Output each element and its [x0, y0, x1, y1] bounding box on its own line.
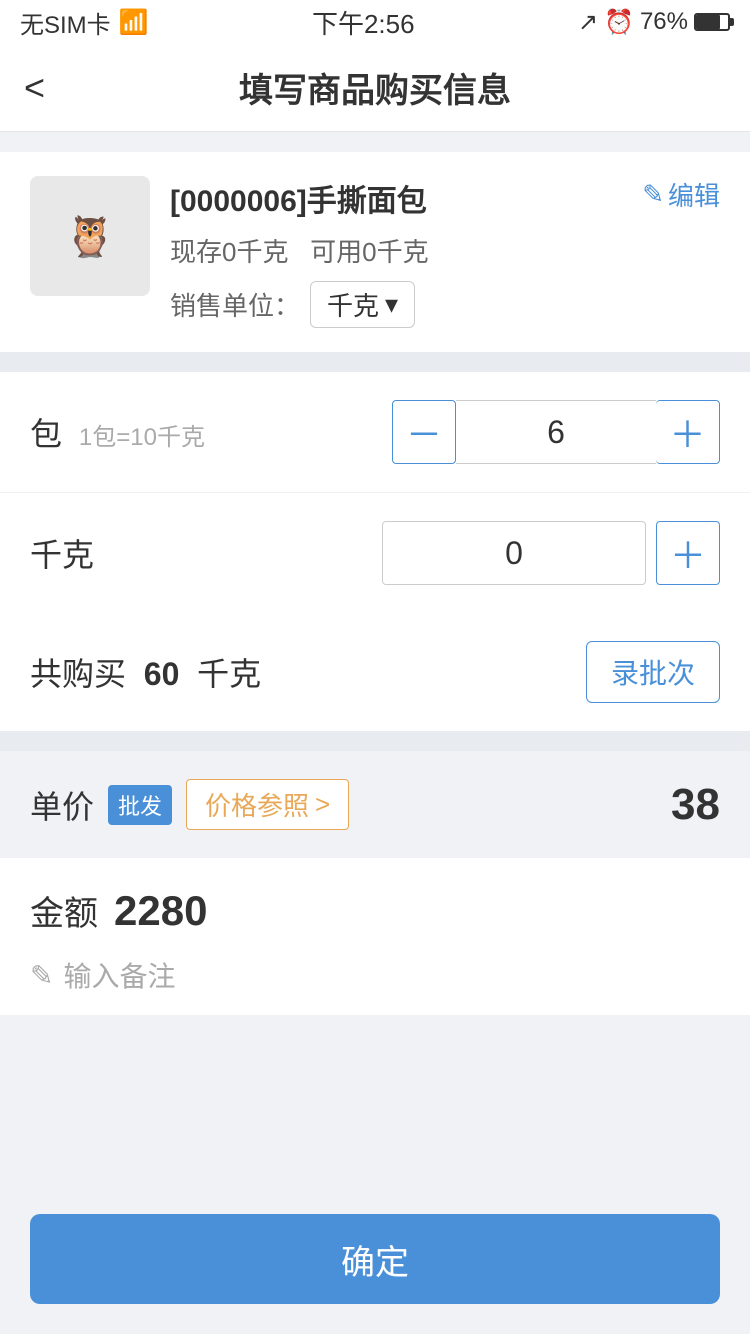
product-stock: 现存0千克 可用0千克	[170, 232, 720, 269]
amount-section: 金额 2280 ✎ 输入备注	[0, 858, 750, 1015]
amount-label: 金额	[30, 886, 98, 935]
nav-bar: < 填写商品购买信息	[0, 44, 750, 132]
kg-increment-button[interactable]: ＋	[656, 521, 720, 585]
amount-row: 金额 2280	[30, 886, 720, 935]
bag-input[interactable]	[456, 400, 656, 464]
kg-row: 千克 ＋	[0, 493, 750, 613]
note-placeholder: 输入备注	[63, 955, 175, 995]
product-unit-row: 销售单位： 千克 ▾	[170, 281, 720, 328]
note-row[interactable]: ✎ 输入备注	[30, 955, 720, 1005]
pifa-tag: 批发	[108, 785, 172, 825]
price-row: 单价 批发 价格参照 > 38	[0, 751, 750, 858]
chevron-right-icon: >	[315, 789, 330, 820]
edit-button[interactable]: ✎ 编辑	[642, 176, 720, 213]
product-info: [0000006]手撕面包 ✎ 编辑 现存0千克 可用0千克 销售单位： 千克 …	[170, 176, 720, 328]
carrier-text: 无SIM卡	[20, 5, 111, 40]
product-image: 🦉	[30, 176, 150, 296]
batch-button[interactable]: 录批次	[586, 641, 720, 703]
alarm-icon: ⏰	[604, 8, 634, 37]
bag-hint: 1包=10千克	[79, 424, 205, 451]
kg-label: 千克	[30, 530, 382, 576]
bag-decrement-button[interactable]: －	[392, 400, 456, 464]
product-name: [0000006]手撕面包	[170, 176, 427, 220]
separator-1	[0, 352, 750, 372]
kg-input[interactable]	[382, 521, 646, 585]
bag-label: 包 1包=10千克	[30, 409, 392, 455]
battery-icon	[694, 13, 730, 31]
bottom-bar: 确定	[0, 1194, 750, 1334]
amount-value: 2280	[114, 887, 207, 935]
price-ref-button[interactable]: 价格参照 >	[186, 779, 349, 830]
input-section: 包 1包=10千克 － ＋ 千克 ＋	[0, 372, 750, 613]
total-text: 共购买 60 千克	[30, 649, 261, 695]
pencil-icon: ✎	[30, 959, 53, 992]
bag-stepper: － ＋	[392, 400, 720, 464]
total-amount: 60	[144, 656, 180, 692]
bag-row: 包 1包=10千克 － ＋	[0, 372, 750, 493]
product-card: 🦉 [0000006]手撕面包 ✎ 编辑 现存0千克 可用0千克 销售单位： 千…	[0, 152, 750, 352]
product-logo: 🦉	[65, 213, 115, 260]
chevron-down-icon: ▾	[385, 289, 398, 320]
price-value: 38	[671, 780, 720, 830]
confirm-button[interactable]: 确定	[30, 1214, 720, 1304]
wifi-icon: 📶	[119, 8, 149, 37]
price-label: 单价	[30, 782, 94, 828]
status-time: 下午2:56	[312, 4, 415, 41]
location-icon: ↗	[578, 8, 598, 37]
back-button[interactable]: <	[24, 67, 45, 109]
total-row: 共购买 60 千克 录批次	[0, 613, 750, 731]
status-left: 无SIM卡 📶	[20, 5, 149, 40]
status-right: ↗ ⏰ 76%	[578, 8, 730, 37]
separator-2	[0, 731, 750, 751]
status-bar: 无SIM卡 📶 下午2:56 ↗ ⏰ 76%	[0, 0, 750, 44]
battery-text: 76%	[640, 8, 688, 36]
page-title: 填写商品购买信息	[239, 63, 511, 112]
unit-select[interactable]: 千克 ▾	[310, 281, 415, 328]
product-title-row: [0000006]手撕面包 ✎ 编辑	[170, 176, 720, 220]
bag-increment-button[interactable]: ＋	[656, 400, 720, 464]
edit-icon: ✎	[642, 179, 664, 210]
